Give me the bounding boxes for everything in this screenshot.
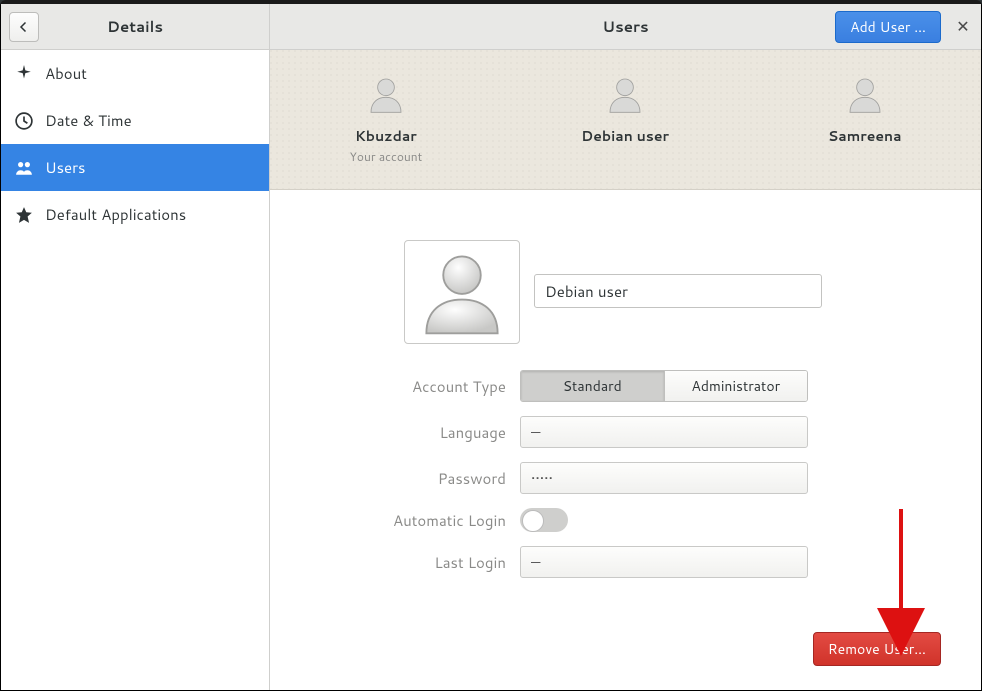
sidebar: Details About Date & Time Users Default … [1,4,269,690]
user-strip: Kbuzdar Your account Debian user Samreen… [270,50,981,190]
autologin-label: Automatic Login [310,510,520,531]
avatar-picker[interactable] [404,240,520,344]
language-value: — [531,422,540,442]
account-type-label: Account Type [310,376,520,397]
lastlogin-label: Last Login [310,552,520,573]
avatar-icon [845,74,885,114]
main-header: Users Add User … ✕ [270,4,981,50]
sidebar-title: Details [1,16,269,37]
sidebar-item-label: Users [45,157,85,178]
user-name: Debian user [581,126,669,146]
user-card-debian[interactable]: Debian user [581,74,669,148]
avatar-icon [366,74,406,114]
back-button[interactable] [9,12,39,42]
sidebar-item-default-apps[interactable]: Default Applications [1,191,269,238]
sidebar-header: Details [1,4,269,50]
main-panel: Users Add User … ✕ Kbuzdar Your account [269,4,981,690]
star-icon [15,206,33,224]
account-type-segmented: Standard Administrator [520,370,808,402]
password-value: ••••• [531,468,553,488]
add-user-button[interactable]: Add User … [835,11,941,43]
password-label: Password [310,468,520,489]
sidebar-item-datetime[interactable]: Date & Time [1,97,269,144]
close-icon: ✕ [956,15,969,38]
lastlogin-value: — [531,552,540,572]
sidebar-item-about[interactable]: About [1,50,269,97]
avatar-icon [417,247,507,337]
user-card-samreena[interactable]: Samreena [828,74,902,148]
avatar-icon [605,74,645,114]
sidebar-list: About Date & Time Users Default Applicat… [1,50,269,690]
sidebar-item-label: Default Applications [45,204,186,225]
language-button[interactable]: — [520,416,808,448]
close-button[interactable]: ✕ [953,17,973,37]
users-icon [15,159,33,177]
user-name: Kbuzdar [349,126,422,146]
user-name: Samreena [828,126,902,146]
clock-icon [15,112,33,130]
sidebar-item-users[interactable]: Users [1,144,269,191]
user-card-kbuzdar[interactable]: Kbuzdar Your account [349,74,422,165]
sidebar-item-label: Date & Time [45,110,132,131]
user-details: Account Type Standard Administrator Lang… [270,190,981,690]
password-button[interactable]: ••••• [520,462,808,494]
autologin-toggle[interactable] [520,508,568,532]
account-type-standard[interactable]: Standard [521,371,664,401]
language-label: Language [310,422,520,443]
sidebar-item-label: About [45,63,87,84]
user-sub: Your account [349,148,422,165]
lastlogin-button[interactable]: — [520,546,808,578]
remove-user-button[interactable]: Remove User… [813,632,941,666]
user-name-input[interactable] [534,274,822,308]
sparkle-icon [15,65,33,83]
account-type-admin[interactable]: Administrator [664,371,808,401]
chevron-left-icon [18,21,30,33]
